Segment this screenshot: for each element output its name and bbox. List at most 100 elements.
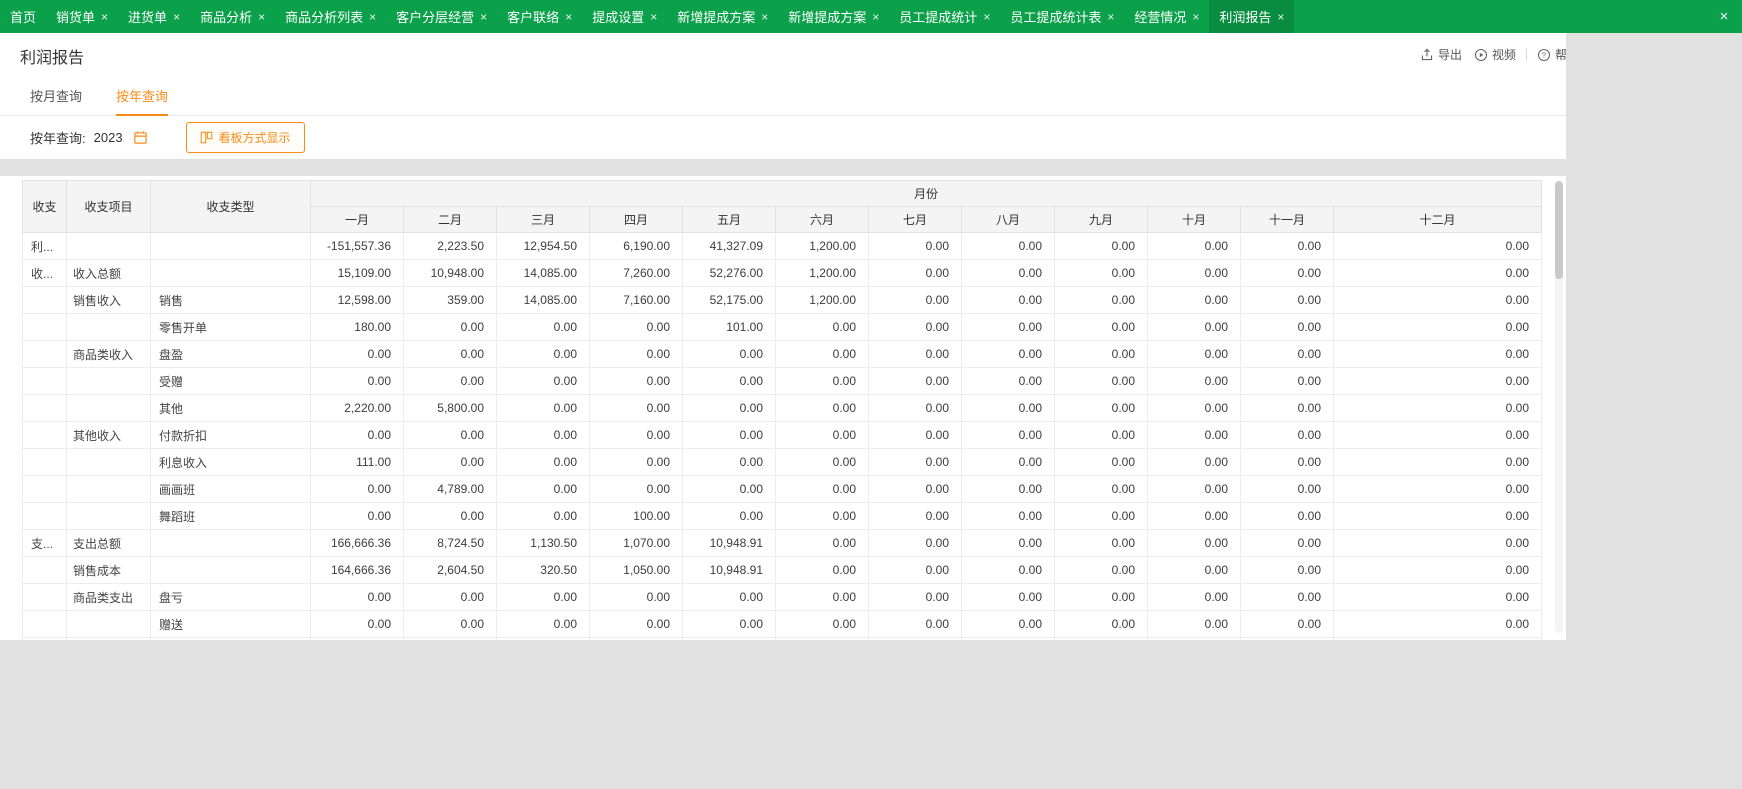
cell-value: 0.00 (1054, 232, 1148, 260)
cell-value: 7,260.00 (589, 259, 683, 287)
tab-close-icon[interactable]: × (173, 11, 180, 23)
tab-item[interactable]: 客户联络 × (497, 0, 582, 33)
tab-item[interactable]: 利润报告 × (1209, 0, 1295, 33)
cell-value: 0.00 (1054, 313, 1148, 341)
cell-value: 0.00 (403, 313, 497, 341)
tab-item[interactable]: 员工提成统计表 × (1000, 0, 1124, 33)
export-button[interactable]: 导出 (1420, 46, 1462, 63)
table-row[interactable]: 利息收入 111.00 0.00 0.00 0.00 0.00 0.00 0.00 0.00 0.… (22, 448, 1542, 476)
cell-type (150, 556, 311, 584)
cell-value: 12,954.50 (496, 232, 590, 260)
table-row[interactable]: 商品类支出 盘亏 0.00 0.00 0.00 0.00 0.00 0.00 0.00 0.00 0… (22, 583, 1542, 611)
cell-item: 支出总额 (66, 529, 151, 557)
cell-value: 0.00 (961, 286, 1055, 314)
table-row[interactable]: 收... 收入总额 15,109.00 10,948.00 14,085.00 7,260… (22, 259, 1542, 287)
tab-close-icon[interactable]: × (650, 11, 657, 23)
cell-value: 8,724.50 (403, 529, 497, 557)
cell-value: 0.00 (403, 448, 497, 476)
cell-value: 0.00 (589, 583, 683, 611)
scrollbar-thumb[interactable] (1555, 181, 1563, 279)
cell-value: 0.00 (868, 475, 962, 503)
cell-value: 0.00 (1240, 583, 1334, 611)
cell-value: 0.00 (868, 340, 962, 368)
video-button[interactable]: 视频 (1474, 46, 1516, 63)
app-root: { "colors": { "primary_green": "#0ba14a"… (0, 0, 1742, 789)
table-row[interactable]: 画画班 0.00 4,789.00 0.00 0.00 0.00 0.00 0.00 0.00 0… (22, 475, 1542, 503)
cell-value: 0.00 (1054, 286, 1148, 314)
table-row[interactable]: 其他 2,220.00 5,800.00 0.00 0.00 0.00 0.00 0.00 0.… (22, 394, 1542, 422)
tab-close-icon[interactable]: × (369, 11, 376, 23)
cell-value: 0.00 (310, 475, 404, 503)
vertical-scrollbar[interactable] (1555, 181, 1563, 633)
table-row[interactable]: 零售开单 180.00 0.00 0.00 0.00 101.00 0.00 0.00 0.00… (22, 313, 1542, 341)
tab-item[interactable]: 提成设置 × (582, 0, 667, 33)
tab-item[interactable]: 商品分析 × (190, 0, 275, 33)
cell-value: 100.00 (589, 502, 683, 530)
cell-item: 收入总额 (66, 259, 151, 287)
page-title: 利润报告 (20, 50, 85, 67)
table-row[interactable]: 销售收入 销售 12,598.00 359.00 14,085.00 7,160.00 52… (22, 286, 1542, 314)
cell-value: 0.00 (496, 448, 590, 476)
board-icon (200, 131, 212, 144)
year-picker-trigger[interactable] (133, 130, 148, 145)
cell-value: 0.00 (496, 394, 590, 422)
cell-value: 0.00 (1054, 556, 1148, 584)
cell-value: 0.00 (589, 448, 683, 476)
subtab-yearly[interactable]: 按年查询 (116, 75, 169, 116)
cell-group (22, 475, 67, 503)
table-row[interactable]: 其他收入 付款折扣 0.00 0.00 0.00 0.00 0.00 0.00 0.00 0.00… (22, 421, 1542, 449)
tab-close-icon[interactable]: × (1192, 11, 1199, 23)
table-row[interactable]: 支... 支出总额 166,666.36 8,724.50 1,130.50 1,070.… (22, 529, 1542, 557)
cell-value: 0.00 (775, 637, 869, 640)
tab-close-icon[interactable]: × (1107, 11, 1114, 23)
help-button[interactable]: ? 帮助 (1537, 46, 1566, 63)
cell-value: 0.00 (682, 421, 776, 449)
tab-item[interactable]: 新增提成方案 × (778, 0, 889, 33)
table-row[interactable]: 商品类收入 盘盈 0.00 0.00 0.00 0.00 0.00 0.00 0.00 0.00 0… (22, 340, 1542, 368)
cell-group (22, 394, 67, 422)
tab-item[interactable]: 经营情况 × (1124, 0, 1209, 33)
svg-text:?: ? (1542, 50, 1546, 59)
cell-value: 0.00 (310, 502, 404, 530)
tab-bar: 首页 销货单 × 进货单 × 商品分析 × 商品分析列表 × 客户分层经营 × 客户联络 × 提成设置 × 新… (0, 0, 1742, 33)
table-row[interactable]: 销售成本 164,666.36 2,604.50 320.50 1,050.00 10,9… (22, 556, 1542, 584)
tab-close-icon[interactable]: × (983, 11, 990, 23)
cell-value: 0.00 (1333, 259, 1542, 287)
tab-item[interactable]: 进货单 × (118, 0, 190, 33)
tab-item[interactable]: 客户分层经营 × (386, 0, 497, 33)
tab-close-icon[interactable]: × (480, 11, 487, 23)
tab-close-icon[interactable]: × (761, 11, 768, 23)
cell-value: 0.00 (403, 502, 497, 530)
table-row[interactable]: 利... -151,557.36 2,223.50 12,954.50 6,190.00… (22, 232, 1542, 260)
year-filter-value[interactable]: 2023 (94, 130, 123, 145)
tab-close-icon[interactable]: × (101, 11, 108, 23)
cell-value: 180.00 (310, 313, 404, 341)
table-row[interactable]: 其他0.00620.000.000.000.000.000.000.000.00… (22, 637, 1542, 640)
tab-item[interactable]: 首页 (0, 0, 46, 33)
tab-label: 销货单 (56, 10, 96, 25)
subtab-monthly[interactable]: 按月查询 (30, 75, 82, 115)
cell-value: 0.00 (1240, 259, 1334, 287)
tab-close-icon[interactable]: × (872, 11, 879, 23)
cell-value: 0.00 (1147, 610, 1241, 638)
tab-item[interactable]: 新增提成方案 × (667, 0, 778, 33)
tab-close-icon[interactable]: × (258, 11, 265, 23)
col-header-item: 收支项目 (66, 180, 151, 233)
cell-value: 0.00 (589, 394, 683, 422)
cell-value: 0.00 (775, 394, 869, 422)
tab-close-icon[interactable]: × (565, 11, 572, 23)
close-all-tabs-icon[interactable]: × (1706, 0, 1742, 33)
tab-close-icon[interactable]: × (1277, 11, 1284, 23)
table-row[interactable]: 受赠 0.00 0.00 0.00 0.00 0.00 0.00 0.00 0.00 0.00 0.… (22, 367, 1542, 395)
cell-group (22, 286, 67, 314)
tab-item[interactable]: 员工提成统计 × (889, 0, 1000, 33)
cell-value: 0.00 (775, 421, 869, 449)
tab-item[interactable]: 商品分析列表 × (275, 0, 386, 33)
table-row[interactable]: 舞蹈班 0.00 0.00 0.00 100.00 0.00 0.00 0.00 0.00 0.0… (22, 502, 1542, 530)
cell-item: 商品类收入 (66, 340, 151, 368)
cell-value: 1,050.00 (589, 556, 683, 584)
board-view-button[interactable]: 看板方式显示 (185, 122, 305, 153)
table-row[interactable]: 赠送 0.00 0.00 0.00 0.00 0.00 0.00 0.00 0.00 0.00 0.… (22, 610, 1542, 638)
cell-value: 0.00 (1147, 286, 1241, 314)
tab-item[interactable]: 销货单 × (46, 0, 118, 33)
